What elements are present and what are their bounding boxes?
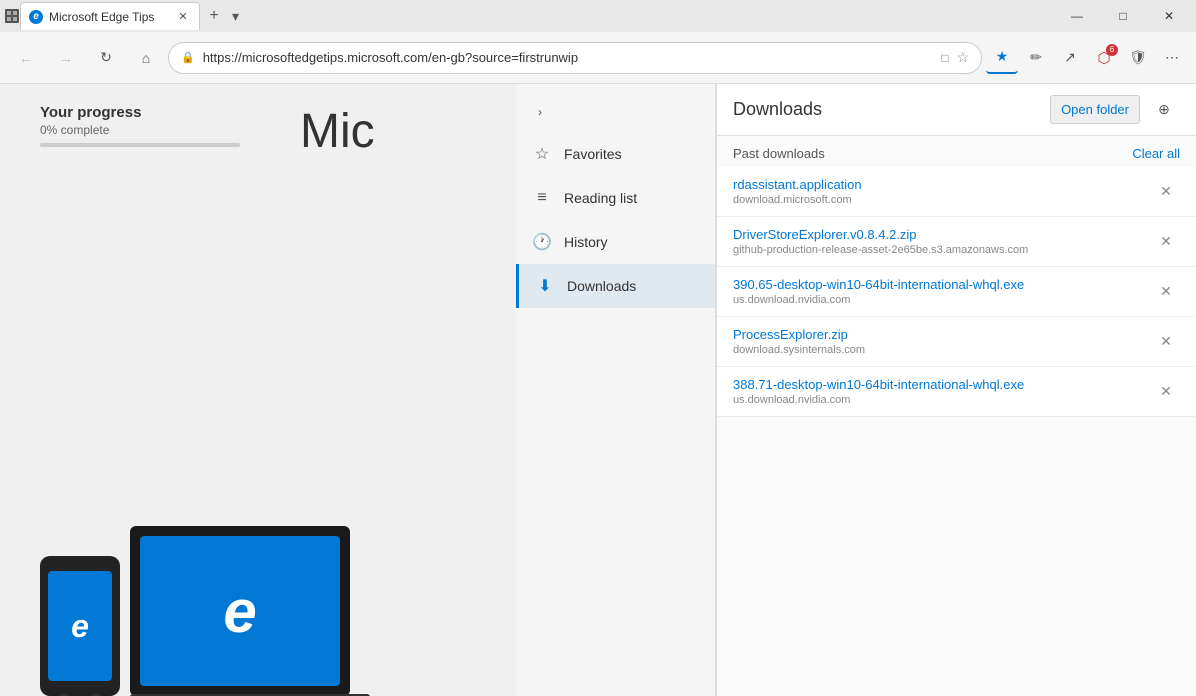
titlebar-left — [4, 8, 20, 24]
sidebar-item-reading-list[interactable]: ≡ Reading list — [516, 176, 715, 220]
download-item-info: ProcessExplorer.zip download.sysinternal… — [733, 327, 1152, 356]
shield-button[interactable]: 🛡 — [1122, 42, 1154, 74]
tab-list-button[interactable]: ▾ — [228, 4, 243, 29]
download-filename[interactable]: 390.65-desktop-win10-64bit-international… — [733, 277, 1113, 292]
device-laptop: e — [130, 526, 350, 696]
download-item-info: DriverStoreExplorer.v0.8.4.2.zip github-… — [733, 227, 1152, 256]
share-button[interactable]: ↗ — [1054, 42, 1086, 74]
edge-illustration: e e — [40, 296, 480, 696]
download-filename[interactable]: ProcessExplorer.zip — [733, 327, 1113, 342]
download-item-info: 388.71-desktop-win10-64bit-international… — [733, 377, 1152, 406]
address-text: https://microsoftedgetips.microsoft.com/… — [203, 50, 933, 65]
downloads-panel: Downloads Open folder ⊕ Past downloads C… — [716, 84, 1196, 696]
main-page: Your progress 0% complete Mic e — [0, 84, 516, 696]
page-title: Mic — [300, 104, 375, 159]
lock-icon: 🔒 — [181, 51, 195, 64]
new-tab-button[interactable]: + — [200, 2, 228, 30]
download-item-info: rdassistant.application download.microso… — [733, 177, 1152, 206]
clear-all-button[interactable]: Clear all — [1132, 146, 1180, 161]
more-button[interactable]: ⋯ — [1156, 42, 1188, 74]
laptop-screen: e — [140, 536, 340, 686]
illustration-devices: e e — [40, 526, 350, 696]
reading-list-icon: ≡ — [532, 189, 552, 207]
home-button[interactable]: ⌂ — [128, 40, 164, 76]
favorites-panel-button[interactable]: ★ — [986, 42, 1018, 74]
expand-button[interactable]: ⊕ — [1148, 94, 1180, 126]
download-remove-button[interactable]: ✕ — [1152, 328, 1180, 356]
sidebar-back-button[interactable]: › — [524, 96, 556, 128]
tab-close-button[interactable]: ✕ — [175, 9, 191, 25]
history-icon: 🕐 — [532, 232, 552, 252]
download-source: download.sysinternals.com — [733, 344, 1113, 356]
maximize-button[interactable]: □ — [1100, 0, 1146, 32]
downloads-header: Downloads Open folder ⊕ — [717, 84, 1196, 136]
laptop-wrapper: e — [130, 526, 350, 696]
progress-bar-bg — [40, 143, 240, 147]
downloads-title: Downloads — [733, 99, 1050, 120]
download-item: ProcessExplorer.zip download.sysinternal… — [717, 317, 1196, 367]
history-label: History — [564, 234, 608, 250]
download-item: rdassistant.application download.microso… — [717, 167, 1196, 217]
device-phone: e — [40, 556, 120, 696]
favorites-icon: ☆ — [532, 144, 552, 164]
progress-sub: 0% complete — [40, 123, 476, 137]
page-content: Your progress 0% complete Mic e — [0, 84, 1196, 696]
download-filename[interactable]: 388.71-desktop-win10-64bit-international… — [733, 377, 1113, 392]
phone-screen: e — [48, 571, 112, 681]
nav-icons: ★ ✏ ↗ ⬡ 6 🛡 ⋯ — [986, 42, 1188, 74]
download-item-info: 390.65-desktop-win10-64bit-international… — [733, 277, 1152, 306]
downloads-icon: ⬇ — [535, 276, 555, 296]
sidebar-item-downloads[interactable]: ⬇ Downloads — [516, 264, 715, 308]
download-filename[interactable]: rdassistant.application — [733, 177, 1113, 192]
download-remove-button[interactable]: ✕ — [1152, 278, 1180, 306]
sidebar-item-favorites[interactable]: ☆ Favorites — [516, 132, 715, 176]
download-item: 390.65-desktop-win10-64bit-international… — [717, 267, 1196, 317]
favorite-icon[interactable]: ☆ — [956, 49, 969, 66]
download-source: github-production-release-asset-2e65be.s… — [733, 244, 1113, 256]
download-source: download.microsoft.com — [733, 194, 1113, 206]
download-source: us.download.nvidia.com — [733, 294, 1113, 306]
progress-label: Your progress — [40, 104, 476, 121]
downloads-label: Downloads — [567, 278, 636, 294]
refresh-button[interactable]: ↻ — [88, 40, 124, 76]
tab-favicon: e — [29, 10, 43, 24]
sidebar-panel: › ☆ Favorites ≡ Reading list 🕐 History ⬇… — [516, 84, 716, 696]
download-filename[interactable]: DriverStoreExplorer.v0.8.4.2.zip — [733, 227, 1113, 242]
progress-section: Your progress 0% complete — [0, 84, 516, 167]
tab-title: Microsoft Edge Tips — [49, 10, 169, 24]
notes-button[interactable]: ✏ — [1020, 42, 1052, 74]
badge-count: 6 — [1106, 44, 1118, 56]
open-folder-button[interactable]: Open folder — [1050, 95, 1140, 124]
download-item: DriverStoreExplorer.v0.8.4.2.zip github-… — [717, 217, 1196, 267]
laptop-edge-logo: e — [223, 577, 256, 646]
sidebar-item-history[interactable]: 🕐 History — [516, 220, 715, 264]
app-icon — [4, 8, 20, 24]
address-bar[interactable]: 🔒 https://microsoftedgetips.microsoft.co… — [168, 42, 982, 74]
back-button[interactable]: ← — [8, 40, 44, 76]
extensions-button[interactable]: ⬡ 6 — [1088, 42, 1120, 74]
forward-button[interactable]: → — [48, 40, 84, 76]
downloads-subheader: Past downloads Clear all — [717, 136, 1196, 167]
titlebar: e Microsoft Edge Tips ✕ + ▾ — □ ✕ — [0, 0, 1196, 32]
navbar: ← → ↻ ⌂ 🔒 https://microsoftedgetips.micr… — [0, 32, 1196, 84]
past-downloads-label: Past downloads — [733, 146, 1132, 161]
reading-mode-icon[interactable]: □ — [941, 51, 948, 65]
tab-strip: e Microsoft Edge Tips ✕ + ▾ — [20, 2, 1054, 30]
phone-edge-logo: e — [71, 608, 89, 645]
download-source: us.download.nvidia.com — [733, 394, 1113, 406]
window-controls: — □ ✕ — [1054, 0, 1192, 32]
favorites-label: Favorites — [564, 146, 622, 162]
download-remove-button[interactable]: ✕ — [1152, 178, 1180, 206]
active-tab[interactable]: e Microsoft Edge Tips ✕ — [20, 2, 200, 30]
reading-list-label: Reading list — [564, 190, 637, 206]
close-button[interactable]: ✕ — [1146, 0, 1192, 32]
minimize-button[interactable]: — — [1054, 0, 1100, 32]
download-item: 388.71-desktop-win10-64bit-international… — [717, 367, 1196, 417]
download-remove-button[interactable]: ✕ — [1152, 378, 1180, 406]
download-remove-button[interactable]: ✕ — [1152, 228, 1180, 256]
